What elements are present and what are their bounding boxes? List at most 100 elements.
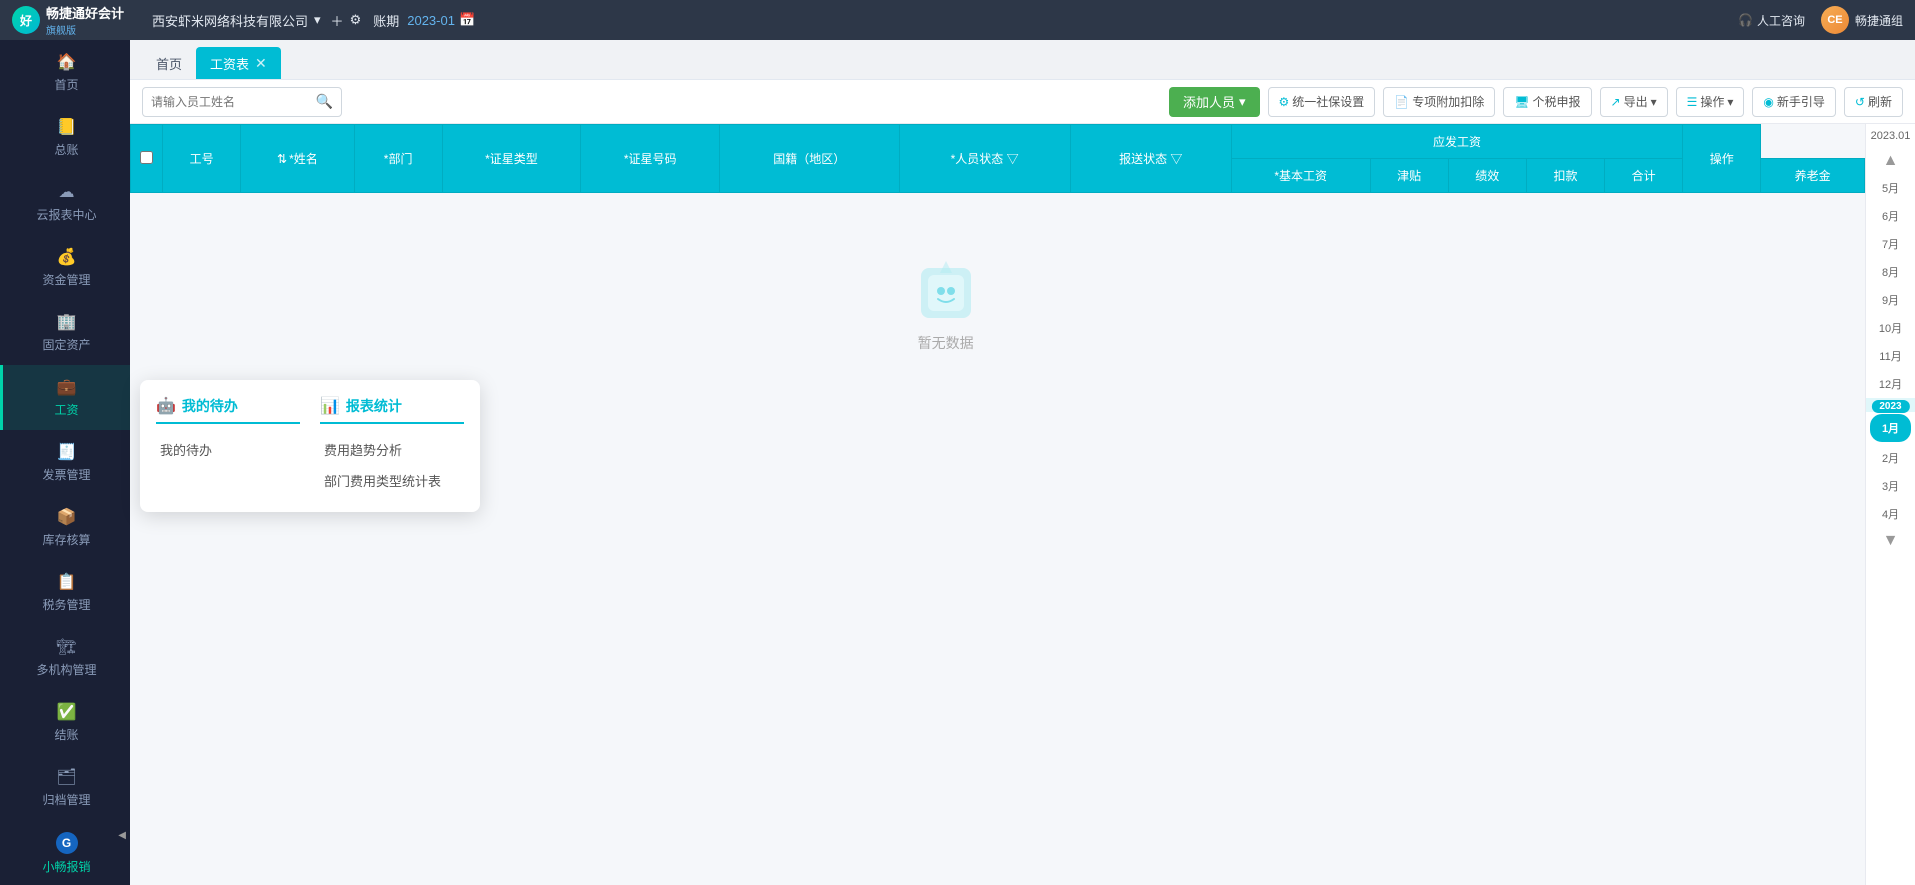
salary-table: 工号 ⇅*姓名 *部门 *证星类型 *证星号码 国籍（地区） xyxy=(130,124,1865,413)
company-selector[interactable]: 西安虾米网络科技有限公司 ▾ ＋ ⚙ xyxy=(152,11,361,30)
filter-icon2[interactable]: ▽ xyxy=(1170,152,1182,166)
social-insurance-button[interactable]: ⚙ 统一社保设置 xyxy=(1268,87,1376,117)
user-profile[interactable]: CE 畅捷通组 xyxy=(1821,6,1903,34)
sidebar-label-tax: 税务管理 xyxy=(42,596,90,613)
calendar-icon[interactable]: 📅 xyxy=(459,12,475,28)
consult-btn[interactable]: 🎧 人工咨询 xyxy=(1738,12,1805,29)
logo-text: 畅捷通好会计 旗舰版 xyxy=(46,3,124,37)
year-badge: 2023 xyxy=(1871,400,1909,413)
cloud-icon: ☁ xyxy=(59,182,75,202)
refresh-icon: ↺ xyxy=(1855,95,1865,109)
timeline-month-11[interactable]: 11月 xyxy=(1866,342,1915,370)
export-button[interactable]: ↗ 导出 ▾ xyxy=(1600,87,1668,117)
timeline-month-9[interactable]: 9月 xyxy=(1866,286,1915,314)
timeline-month-6[interactable]: 6月 xyxy=(1866,202,1915,230)
guide-button[interactable]: ◉ 新手引导 xyxy=(1752,87,1836,117)
col-nationality: 国籍（地区） xyxy=(720,125,900,193)
popup-header-todo[interactable]: 🤖 我的待办 xyxy=(156,396,300,424)
archive-icon: 🗂 xyxy=(56,767,76,787)
settings-icon[interactable]: ⚙ xyxy=(350,12,362,28)
tax-icon: 📋 xyxy=(57,572,77,592)
sidebar-item-multi[interactable]: 🏗 多机构管理 xyxy=(0,625,130,690)
sidebar-item-invoice[interactable]: 🧾 发票管理 xyxy=(0,430,130,495)
col-salary-group: 应发工资 xyxy=(1231,125,1682,159)
refresh-button[interactable]: ↺ 刷新 xyxy=(1844,87,1903,117)
sidebar-label-invoice: 发票管理 xyxy=(42,466,90,483)
popup-item-dept-expense[interactable]: 部门费用类型统计表 xyxy=(320,465,464,496)
operation-button[interactable]: ☰ 操作 ▾ xyxy=(1676,87,1745,117)
popup-item-todo[interactable]: 我的待办 xyxy=(156,434,300,465)
timeline-month-12[interactable]: 12月 xyxy=(1866,370,1915,398)
search-icon[interactable]: 🔍 xyxy=(316,93,333,110)
popup-col-todo: 🤖 我的待办 我的待办 xyxy=(156,396,300,496)
sidebar-item-fund[interactable]: 💰 资金管理 xyxy=(0,235,130,300)
timeline-month-5[interactable]: 5月 xyxy=(1866,174,1915,202)
deduction-button[interactable]: 📄 专项附加扣除 xyxy=(1383,87,1495,117)
col-base-salary: *基本工资 xyxy=(1231,159,1370,193)
company-name: 西安虾米网络科技有限公司 xyxy=(152,11,308,30)
sidebar-item-inventory[interactable]: 📦 库存核算 xyxy=(0,495,130,560)
report-icon: 📊 xyxy=(320,396,340,416)
sidebar-item-ledger[interactable]: 📒 总账 xyxy=(0,105,130,170)
popup-col-report: 📊 报表统计 费用趋势分析 部门费用类型统计表 xyxy=(320,396,464,496)
plus-icon[interactable]: ＋ xyxy=(331,11,344,30)
timeline-month-1[interactable]: 1月 xyxy=(1870,414,1911,442)
sidebar-item-fixed[interactable]: 🏢 固定资产 xyxy=(0,300,130,365)
inventory-icon: 📦 xyxy=(57,507,77,527)
col-operation: 操作 xyxy=(1683,125,1761,193)
timeline-month-2[interactable]: 2月 xyxy=(1866,444,1915,472)
filter-icon[interactable]: ▽ xyxy=(1007,152,1019,166)
ledger-icon: 📒 xyxy=(57,117,77,137)
popup-section: 🤖 我的待办 我的待办 📊 报表统计 费用趋势分析 部门费用类型统计表 xyxy=(156,396,464,496)
sidebar-item-home[interactable]: 🏠 首页 xyxy=(0,40,130,105)
logo-area: 好 畅捷通好会计 旗舰版 xyxy=(12,3,142,37)
sidebar-label-fund: 资金管理 xyxy=(42,271,90,288)
add-employee-button[interactable]: 添加人员 ▾ xyxy=(1169,87,1260,117)
col-total: 合计 xyxy=(1605,159,1683,193)
dropdown-arrow-icon: ▾ xyxy=(1239,94,1246,110)
period-display: 账期 2023-01 📅 xyxy=(373,11,475,30)
chevron-down-icon[interactable]: ▾ xyxy=(314,12,321,28)
col-id-num: *证星号码 xyxy=(581,125,720,193)
sidebar-item-settle[interactable]: ✅ 结账 xyxy=(0,690,130,755)
sidebar-label-archive: 归档管理 xyxy=(42,791,90,808)
sidebar-item-salary[interactable]: 💼 工资 xyxy=(0,365,130,430)
sidebar-item-cloud[interactable]: ☁ 云报表中心 xyxy=(0,170,130,235)
todo-icon: 🤖 xyxy=(156,396,176,416)
timeline-nav-up[interactable]: ▲ xyxy=(1866,148,1915,174)
timeline-month-7[interactable]: 7月 xyxy=(1866,230,1915,258)
sidebar-label-ledger: 总账 xyxy=(54,141,78,158)
popup-item-expense-trend[interactable]: 费用趋势分析 xyxy=(320,434,464,465)
tab-salary[interactable]: 工资表 ✕ xyxy=(196,47,281,79)
tax-declare-button[interactable]: 🖥 个税申报 xyxy=(1503,87,1591,117)
top-header: 好 畅捷通好会计 旗舰版 西安虾米网络科技有限公司 ▾ ＋ ⚙ 账期 2023-… xyxy=(0,0,1915,40)
sidebar-item-expense[interactable]: G 小畅报销 ◀ xyxy=(0,820,130,885)
collapse-icon: ◀ xyxy=(118,830,126,841)
salary-icon: 💼 xyxy=(57,377,77,397)
col-deduction: 扣款 xyxy=(1526,159,1604,193)
search-input[interactable] xyxy=(151,95,316,109)
timeline-year-2023[interactable]: 2023 xyxy=(1866,398,1915,412)
timeline-month-10[interactable]: 10月 xyxy=(1866,314,1915,342)
deduction-icon: 📄 xyxy=(1394,95,1409,109)
sidebar-label-home: 首页 xyxy=(54,76,78,93)
timeline-month-8[interactable]: 8月 xyxy=(1866,258,1915,286)
col-pension: 养老金 xyxy=(1761,159,1865,193)
tab-home[interactable]: 首页 xyxy=(142,47,196,79)
export-icon: ↗ xyxy=(1611,95,1621,109)
operation-icon: ☰ xyxy=(1687,95,1698,109)
sidebar-label-multi: 多机构管理 xyxy=(36,661,96,678)
select-all-checkbox[interactable] xyxy=(140,151,153,164)
sidebar-item-tax[interactable]: 📋 税务管理 xyxy=(0,560,130,625)
invoice-icon: 🧾 xyxy=(57,442,77,462)
timeline-month-4[interactable]: 4月 xyxy=(1866,500,1915,528)
sidebar-label-inventory: 库存核算 xyxy=(42,531,90,548)
sidebar-item-archive[interactable]: 🗂 归档管理 xyxy=(0,755,130,820)
search-box[interactable]: 🔍 xyxy=(142,87,342,117)
col-id-type: *证星类型 xyxy=(442,125,581,193)
tab-close-salary[interactable]: ✕ xyxy=(255,55,267,72)
headset-icon: 🎧 xyxy=(1738,13,1753,27)
timeline-month-3[interactable]: 3月 xyxy=(1866,472,1915,500)
popup-header-report[interactable]: 📊 报表统计 xyxy=(320,396,464,424)
timeline-nav-down[interactable]: ▼ xyxy=(1866,528,1915,554)
